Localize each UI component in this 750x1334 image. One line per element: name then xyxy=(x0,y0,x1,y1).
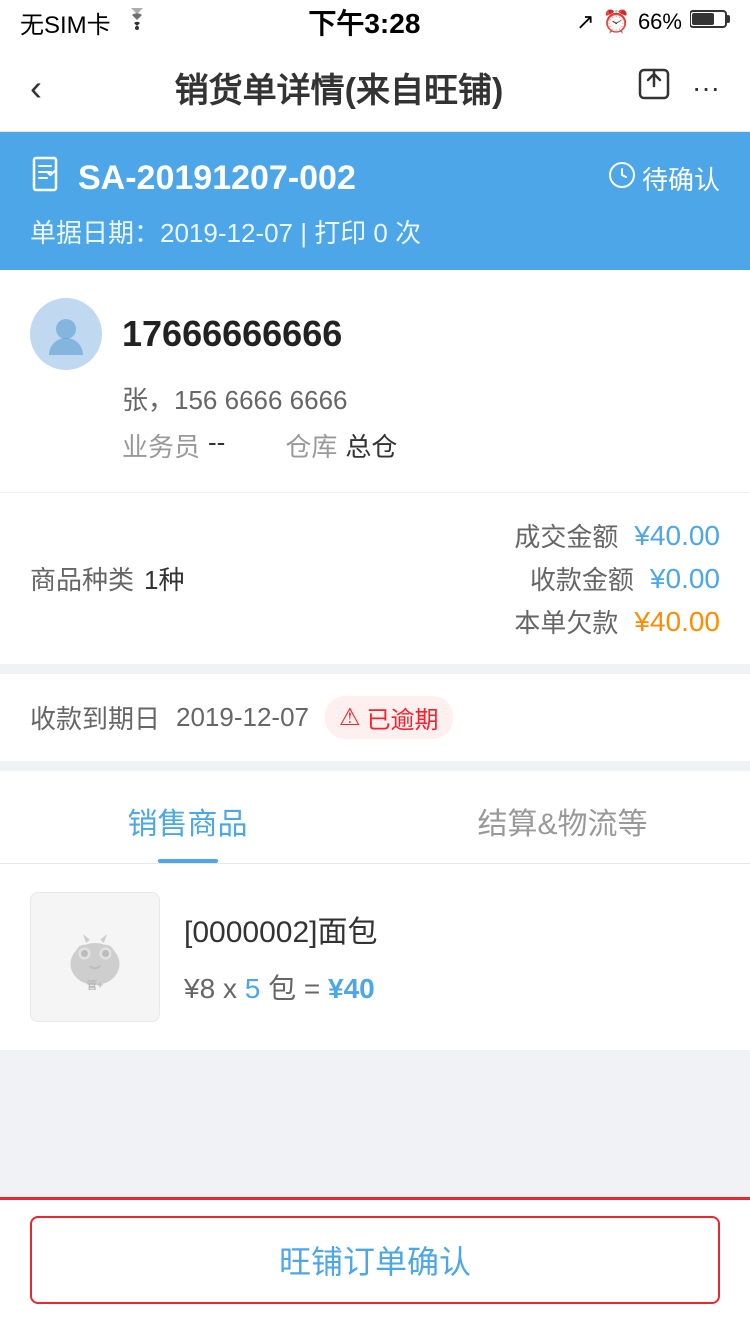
nav-left: ‹ xyxy=(30,67,42,109)
customer-section: 17666666666 张，156 6666 6666 业务员 -- 仓库 总仓 xyxy=(0,270,750,492)
equals-sign: = xyxy=(304,973,328,1004)
status-bar: 无SIM卡 下午3:28 ↗ ⏰ 66% xyxy=(0,0,750,44)
nav-right: ··· xyxy=(636,66,720,109)
due-date-value: 2019-12-07 xyxy=(176,702,309,733)
page-title: 销货单详情(来自旺铺) xyxy=(175,63,504,112)
alarm-icon: ⏰ xyxy=(603,9,630,35)
product-list: 管+ [0000002]面包 ¥8 x 5 包 = ¥40 xyxy=(0,864,750,1050)
order-header: SA-20191207-002 待确认 单据日期：2019-12-07 | 打印… xyxy=(0,132,750,270)
warning-icon: ⚠ xyxy=(339,703,361,732)
due-date-label: 收款到期日 xyxy=(30,699,160,736)
tab-products-label: 销售商品 xyxy=(128,808,248,841)
sales-rep-label: 业务员 xyxy=(122,427,200,464)
status-left: 无SIM卡 xyxy=(20,5,153,40)
balance-value: ¥40.00 xyxy=(634,606,720,638)
product-name-text: 面包 xyxy=(317,916,377,949)
due-section: 收款到期日 2019-12-07 ⚠ 已逾期 xyxy=(0,664,750,761)
status-time: 下午3:28 xyxy=(308,2,420,42)
customer-info: 张，156 6666 6666 xyxy=(122,380,720,417)
balance-label: 本单欠款 xyxy=(514,603,618,640)
clock-icon xyxy=(608,161,636,196)
order-header-top: SA-20191207-002 待确认 xyxy=(30,156,720,201)
multiply-sign: x xyxy=(223,973,245,1004)
back-button[interactable]: ‹ xyxy=(30,67,42,109)
confirm-btn-container: 旺铺订单确认 xyxy=(0,1197,750,1334)
order-date: 单据日期：2019-12-07 | 打印 0 次 xyxy=(30,213,720,250)
transaction-amount-label: 成交金额 xyxy=(514,517,618,554)
unit-text: 包 xyxy=(268,973,296,1004)
carrier-text: 无SIM卡 xyxy=(20,5,111,40)
product-code: [0000002] xyxy=(184,916,317,949)
overdue-badge: ⚠ 已逾期 xyxy=(325,696,453,739)
amounts-right: 成交金额 ¥40.00 收款金额 ¥0.00 本单欠款 ¥40.00 xyxy=(514,517,720,640)
customer-meta: 业务员 -- 仓库 总仓 xyxy=(122,427,720,464)
product-image: 管+ xyxy=(30,892,160,1022)
order-id: SA-20191207-002 xyxy=(30,156,356,201)
sales-rep: 业务员 -- xyxy=(122,427,225,464)
battery-icon xyxy=(690,9,730,35)
product-name: [0000002]面包 xyxy=(184,907,720,951)
svg-text:管+: 管+ xyxy=(87,979,104,992)
warehouse: 仓库 总仓 xyxy=(285,427,397,464)
product-item: 管+ [0000002]面包 ¥8 x 5 包 = ¥40 xyxy=(30,892,720,1022)
product-types: 商品种类 1种 xyxy=(30,560,184,597)
warehouse-value: 总仓 xyxy=(345,427,397,464)
share-icon[interactable] xyxy=(636,66,672,109)
received-amount-label: 收款金额 xyxy=(530,560,634,597)
nav-bar: ‹ 销货单详情(来自旺铺) ··· xyxy=(0,44,750,132)
order-status: 待确认 xyxy=(608,160,720,197)
product-image-logo: 管+ xyxy=(60,922,130,992)
product-info: [0000002]面包 ¥8 x 5 包 = ¥40 xyxy=(184,907,720,1007)
more-icon[interactable]: ··· xyxy=(692,72,720,104)
customer-phone: 17666666666 xyxy=(122,313,342,355)
tab-settlement[interactable]: 结算&物流等 xyxy=(375,771,750,863)
total-value: ¥40 xyxy=(328,973,375,1004)
tab-products[interactable]: 销售商品 xyxy=(0,771,375,863)
tabs-section: 销售商品 结算&物流等 xyxy=(0,761,750,864)
confirm-button[interactable]: 旺铺订单确认 xyxy=(30,1216,720,1304)
transaction-amount: 成交金额 ¥40.00 xyxy=(514,517,720,554)
location-icon: ↗ xyxy=(576,9,594,35)
received-amount-value: ¥0.00 xyxy=(650,563,720,595)
product-price: ¥8 x 5 包 = ¥40 xyxy=(184,967,720,1007)
confirm-button-label: 旺铺订单确认 xyxy=(279,1237,471,1283)
battery-text: 66% xyxy=(638,9,682,35)
order-icon xyxy=(30,156,66,201)
balance-amount: 本单欠款 ¥40.00 xyxy=(514,603,720,640)
wifi-icon xyxy=(121,8,153,37)
transaction-amount-value: ¥40.00 xyxy=(634,520,720,552)
tab-settlement-label: 结算&物流等 xyxy=(477,808,647,841)
product-types-label: 商品种类 xyxy=(30,560,134,597)
amounts-section: 商品种类 1种 成交金额 ¥40.00 收款金额 ¥0.00 本单欠款 ¥40.… xyxy=(0,492,750,664)
product-types-value: 1种 xyxy=(144,560,184,597)
status-right: ↗ ⏰ 66% xyxy=(576,9,730,35)
sales-rep-value: -- xyxy=(208,427,225,464)
warehouse-label: 仓库 xyxy=(285,427,337,464)
avatar xyxy=(30,298,102,370)
received-amount: 收款金额 ¥0.00 xyxy=(530,560,720,597)
amounts-row: 商品种类 1种 成交金额 ¥40.00 收款金额 ¥0.00 本单欠款 ¥40.… xyxy=(30,517,720,640)
price-value: ¥8 xyxy=(184,973,215,1004)
overdue-text: 已逾期 xyxy=(367,700,439,735)
customer-row: 17666666666 xyxy=(30,298,720,370)
qty-value: 5 xyxy=(245,973,261,1004)
